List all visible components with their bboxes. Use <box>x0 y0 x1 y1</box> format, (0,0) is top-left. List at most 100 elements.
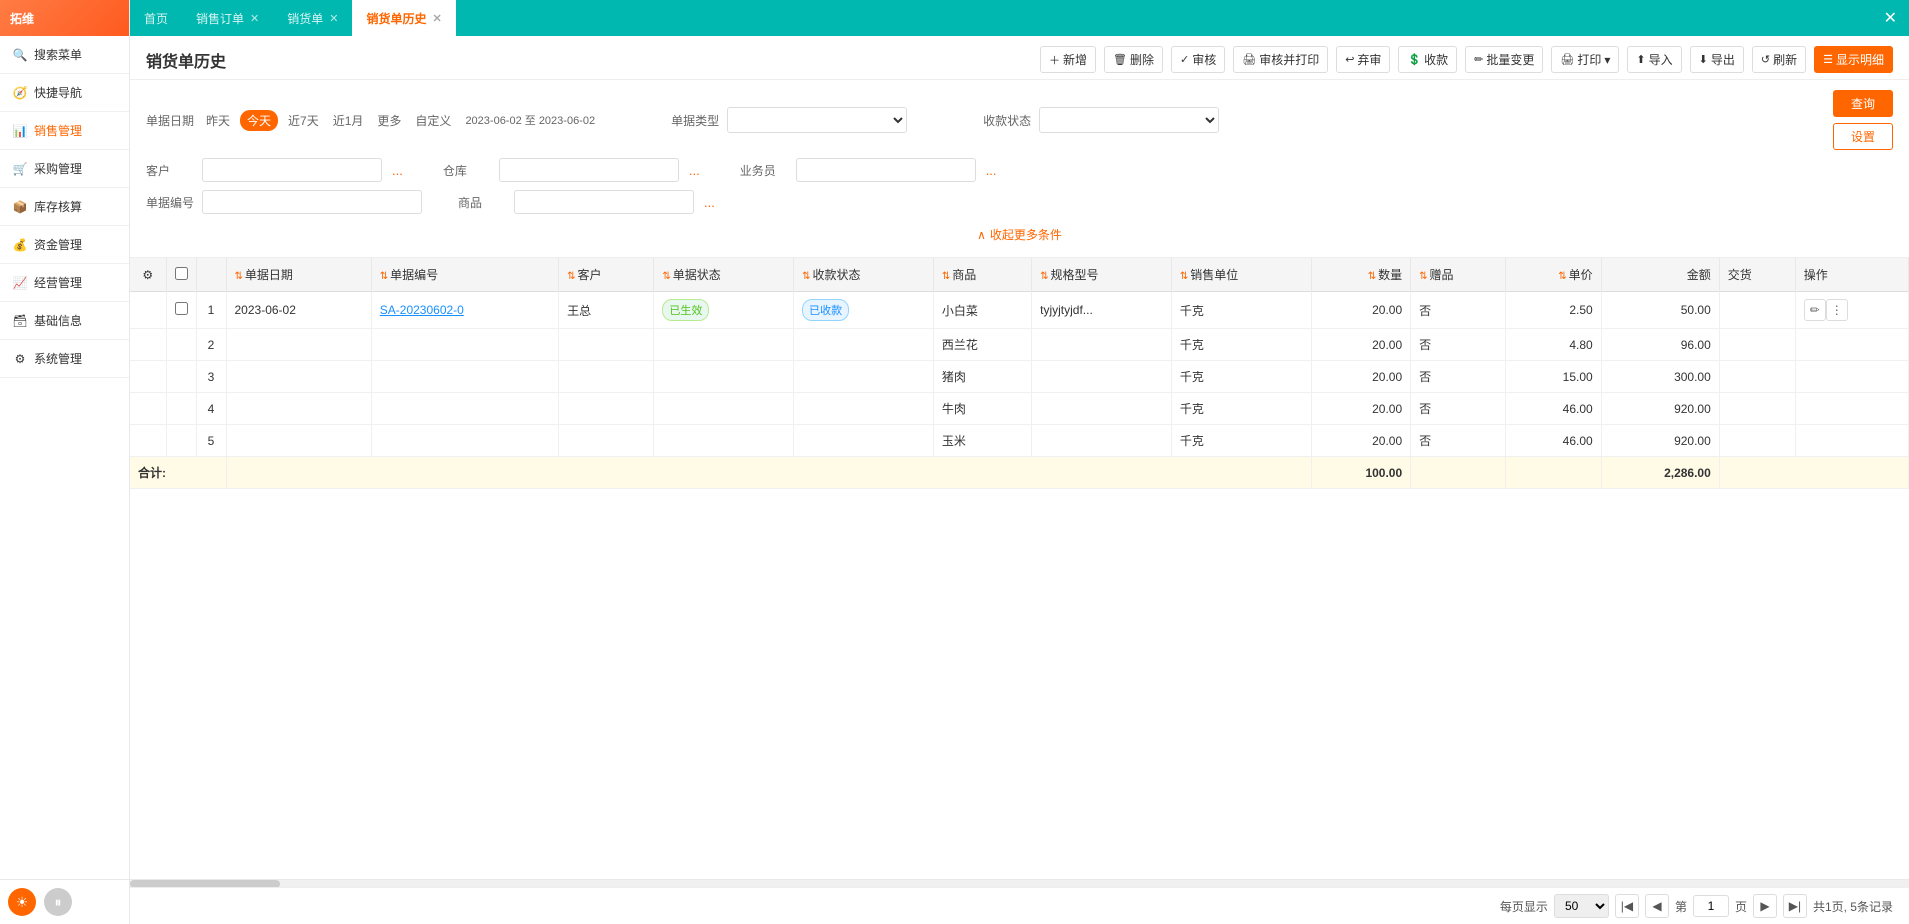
sidebar-item-sys[interactable]: ⚙ 系统管理 <box>0 340 129 378</box>
doc-no-link[interactable]: SA-20230602-0 <box>380 303 464 317</box>
shortcut-more[interactable]: 更多 <box>373 110 405 131</box>
sidebar-label-sys: 系统管理 <box>34 350 82 367</box>
window-close-btn[interactable]: ✕ <box>1872 0 1909 36</box>
doc-no-label: 单据编号 <box>146 194 196 211</box>
shortcut-today[interactable]: 今天 <box>240 110 278 131</box>
row-amount: 920.00 <box>1601 425 1719 457</box>
payment-status-label: 收款状态 <box>983 112 1033 129</box>
search-icon: 🔍 <box>12 47 28 63</box>
page-input[interactable] <box>1693 895 1729 917</box>
col-checkbox[interactable] <box>166 258 196 292</box>
warehouse-filter: 仓库 ... <box>443 158 704 182</box>
col-spec[interactable]: ⇅规格型号 <box>1032 258 1172 292</box>
doc-no-input[interactable] <box>202 190 422 214</box>
row-doc-no <box>371 425 558 457</box>
audit-print-button[interactable]: 🖨 审核并打印 <box>1233 46 1328 73</box>
sidebar-item-finance[interactable]: 💰 资金管理 <box>0 226 129 264</box>
shortcut-7days[interactable]: 近7天 <box>284 110 323 131</box>
row-doc-date <box>226 425 371 457</box>
collect-button[interactable]: 💲 收款 <box>1398 46 1457 73</box>
col-doc-no[interactable]: ⇅单据编号 <box>371 258 558 292</box>
goods-ellipsis[interactable]: ... <box>700 195 719 210</box>
last-page-btn[interactable]: ▶| <box>1783 894 1807 918</box>
col-goods[interactable]: ⇅商品 <box>933 258 1031 292</box>
col-unit-price[interactable]: ⇅单价 <box>1506 258 1601 292</box>
row-unit: 千克 <box>1171 393 1311 425</box>
col-qty[interactable]: ⇅数量 <box>1311 258 1411 292</box>
customer-ellipsis[interactable]: ... <box>388 163 407 178</box>
shopping-icon: 🛒 <box>12 161 28 177</box>
collapse-more-btn[interactable]: ∧ 收起更多条件 <box>146 222 1893 247</box>
select-all-checkbox[interactable] <box>175 267 188 280</box>
pause-icon[interactable]: ⏸ <box>44 888 72 916</box>
new-btn-label: 新增 <box>1063 51 1087 68</box>
staff-input[interactable] <box>796 158 976 182</box>
table-row: 3猪肉千克20.00否15.00300.00 <box>130 361 1909 393</box>
query-button[interactable]: 查询 <box>1833 90 1893 117</box>
pagination: 每页显示 50 100 200 |◀ ◀ 第 页 ▶ ▶| 共1页, 5条记录 <box>1500 894 1893 918</box>
show-detail-button[interactable]: ☰ 显示明细 <box>1814 46 1893 73</box>
prev-page-btn[interactable]: ◀ <box>1645 894 1669 918</box>
row-action: ✏⋮ <box>1795 292 1908 329</box>
staff-ellipsis[interactable]: ... <box>982 163 1001 178</box>
row-seq: 5 <box>196 425 226 457</box>
edit-action-btn[interactable]: ✏ <box>1804 299 1826 321</box>
shortcut-custom[interactable]: 自定义 <box>411 110 455 131</box>
list-icon: ☰ <box>1823 53 1833 66</box>
col-customer[interactable]: ⇅客户 <box>559 258 654 292</box>
payment-badge: 已收款 <box>802 299 849 321</box>
sidebar-item-ops[interactable]: 📈 经营管理 <box>0 264 129 302</box>
tab-sales-history[interactable]: 销货单历史 ✕ <box>352 0 455 36</box>
sidebar-item-purchase[interactable]: 🛒 采购管理 <box>0 150 129 188</box>
tab-sales-goods[interactable]: 销货单 ✕ <box>273 0 352 36</box>
abandon-btn-label: 弃审 <box>1357 51 1381 68</box>
payment-status-select[interactable] <box>1039 107 1219 133</box>
shortcut-yesterday[interactable]: 昨天 <box>202 110 234 131</box>
row-doc-date <box>226 361 371 393</box>
more-action-btn[interactable]: ⋮ <box>1826 299 1848 321</box>
doc-type-select[interactable] <box>727 107 907 133</box>
tab-sales-order-close[interactable]: ✕ <box>250 12 259 25</box>
batch-change-button[interactable]: ✏ 批量变更 <box>1465 46 1543 73</box>
export-button[interactable]: ⬇ 导出 <box>1690 46 1744 73</box>
goods-input[interactable] <box>514 190 694 214</box>
row-checkbox[interactable] <box>175 302 188 315</box>
row-unit: 千克 <box>1171 329 1311 361</box>
per-page-select[interactable]: 50 100 200 <box>1554 894 1609 918</box>
col-doc-status[interactable]: ⇅单据状态 <box>654 258 794 292</box>
refresh-button[interactable]: ↺ 刷新 <box>1752 46 1806 73</box>
new-button[interactable]: ＋ 新增 <box>1040 46 1096 73</box>
tab-sales-goods-close[interactable]: ✕ <box>329 12 338 25</box>
col-doc-date[interactable]: ⇅单据日期 <box>226 258 371 292</box>
first-page-btn[interactable]: |◀ <box>1615 894 1639 918</box>
sidebar-item-inventory[interactable]: 📦 库存核算 <box>0 188 129 226</box>
sidebar-item-base-info[interactable]: 🗃 基础信息 <box>0 302 129 340</box>
customer-input[interactable] <box>202 158 382 182</box>
settings-button[interactable]: 设置 <box>1833 123 1893 150</box>
import-button[interactable]: ⬆ 导入 <box>1627 46 1681 73</box>
col-amount[interactable]: 金额 <box>1601 258 1719 292</box>
tab-home[interactable]: 首页 <box>130 0 182 36</box>
audit-button[interactable]: ✓ 审核 <box>1171 46 1225 73</box>
col-gift[interactable]: ⇅赠品 <box>1411 258 1506 292</box>
col-gear[interactable]: ⚙ <box>130 258 166 292</box>
tab-sales-history-close[interactable]: ✕ <box>433 12 442 25</box>
theme-icon[interactable]: ☀ <box>8 888 36 916</box>
row-customer <box>559 361 654 393</box>
col-unit[interactable]: ⇅销售单位 <box>1171 258 1311 292</box>
warehouse-ellipsis[interactable]: ... <box>685 163 704 178</box>
warehouse-input[interactable] <box>499 158 679 182</box>
sidebar-item-sales[interactable]: 📊 销售管理 <box>0 112 129 150</box>
sidebar-item-quick-nav[interactable]: 🧭 快捷导航 <box>0 74 129 112</box>
sidebar-item-search-menu[interactable]: 🔍 搜索菜单 <box>0 36 129 74</box>
abandon-button[interactable]: ↩ 弃审 <box>1336 46 1390 73</box>
shortcut-1month[interactable]: 近1月 <box>329 110 368 131</box>
row-gear <box>130 361 166 393</box>
tab-sales-order[interactable]: 销售订单 ✕ <box>182 0 273 36</box>
delete-button[interactable]: 🗑 删除 <box>1104 46 1163 73</box>
horizontal-scrollbar[interactable] <box>130 879 1909 887</box>
print-button[interactable]: 🖨 打印 ▾ <box>1551 46 1619 73</box>
col-payment-status[interactable]: ⇅收款状态 <box>794 258 934 292</box>
next-page-btn[interactable]: ▶ <box>1753 894 1777 918</box>
status-badge: 已生效 <box>662 299 709 321</box>
